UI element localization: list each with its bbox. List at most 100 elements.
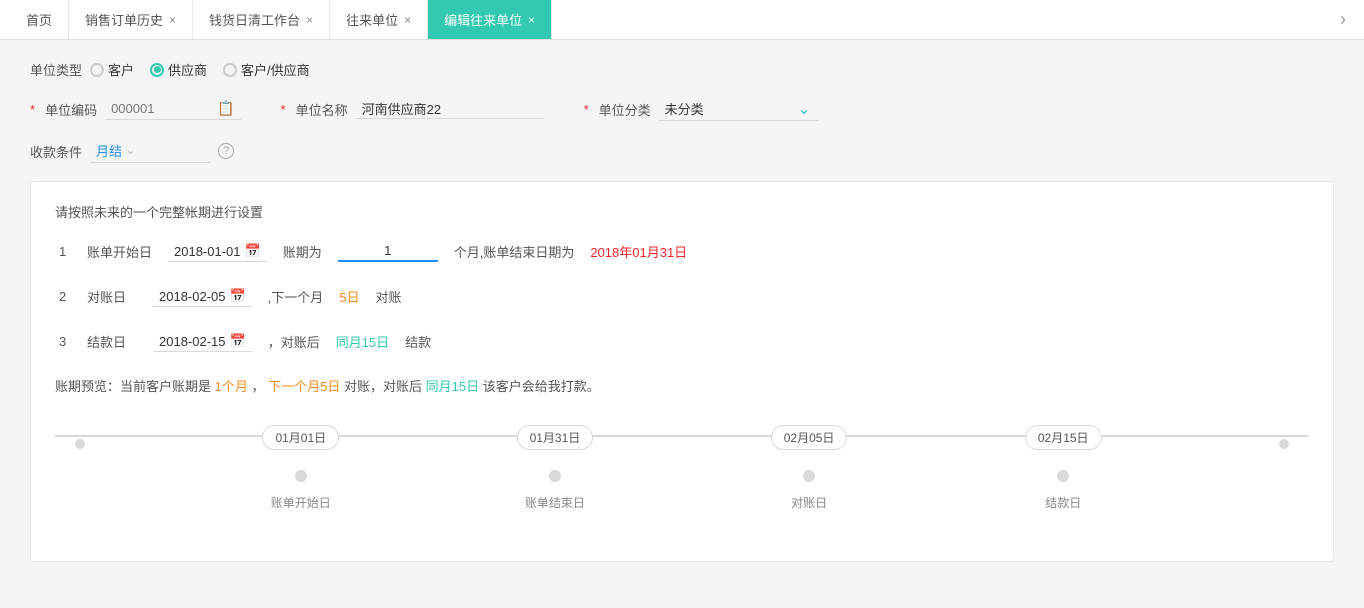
unit-code-required: *: [30, 102, 35, 117]
timeline-label-1: 账单开始日: [271, 494, 331, 511]
period-card: 请按照未来的一个完整帐期进行设置 1 账单开始日 2018-01-01 📅 账期…: [30, 181, 1334, 562]
tab-cash-workbench[interactable]: 钱货日清工作台 ×: [193, 0, 330, 39]
preview-label: 账期预览：当前客户账期是: [55, 379, 211, 394]
timeline-dot-3: [803, 470, 815, 482]
timeline-label-2: 账单结束日: [525, 494, 585, 511]
unit-type-group: 单位类型 客户 供应商 客户/供应商: [30, 60, 310, 79]
timeline-point-4: 02月15日 结款日: [1025, 425, 1102, 511]
period-hint-2b: 对账: [376, 287, 402, 306]
period-num-1: 1: [59, 244, 71, 259]
period-hint-2-highlight: 5日: [339, 287, 359, 306]
timeline-dot-4: [1057, 470, 1069, 482]
period-hint-1b: 个月,账单结束日期为: [454, 242, 575, 261]
tabs-more-button[interactable]: ›: [1332, 9, 1354, 30]
period-hint-3a: ，对账后: [268, 332, 320, 351]
period-row-1: 1 账单开始日 2018-01-01 📅 账期为 个月,账单结束日期为 2018…: [55, 241, 1309, 262]
timeline-point-1: 01月01日 账单开始日: [262, 425, 339, 511]
period-date-3[interactable]: 2018-02-15 📅: [153, 331, 252, 352]
timeline-point-3: 02月05日 对账日: [771, 425, 848, 511]
timeline-points: 01月01日 账单开始日 01月31日 账单结束日 02月05日 对账日 02月…: [75, 425, 1289, 511]
unit-code-input[interactable]: [111, 101, 211, 116]
radio-customer[interactable]: 客户: [90, 60, 134, 79]
unit-type-label: 单位类型: [30, 60, 82, 79]
radio-customer-supplier[interactable]: 客户/供应商: [223, 60, 310, 79]
tab-edit-counterpart-unit-label: 编辑往来单位: [444, 10, 522, 29]
tab-cash-workbench-close[interactable]: ×: [306, 13, 313, 27]
period-end-date-highlight: 2018年01月31日: [590, 242, 687, 261]
payment-terms-group: 收款条件 月结 ⌄ ?: [30, 139, 234, 163]
unit-type-row: 单位类型 客户 供应商 客户/供应商: [30, 60, 1334, 79]
unit-name-group: * 单位名称: [281, 99, 544, 119]
unit-category-value: 未分类: [665, 99, 704, 118]
tab-counterpart-units-close[interactable]: ×: [404, 13, 411, 27]
period-hint-3-highlight: 同月15日: [336, 332, 389, 351]
preview-part1: 1个月: [215, 379, 248, 394]
timeline-label-4: 结款日: [1045, 494, 1081, 511]
unit-category-select[interactable]: 未分类 ⌄: [659, 97, 819, 121]
period-date-1[interactable]: 2018-01-01 📅: [168, 241, 267, 262]
period-months-input[interactable]: [338, 241, 438, 262]
timeline-badge-4: 02月15日: [1025, 425, 1102, 450]
payment-terms-select[interactable]: 月结 ⌄: [90, 139, 210, 163]
timeline-badge-2: 01月31日: [517, 425, 594, 450]
timeline-badge-1: 01月01日: [262, 425, 339, 450]
period-date-1-value: 2018-01-01: [174, 244, 241, 259]
tab-sales-order-history-close[interactable]: ×: [169, 13, 176, 27]
tab-cash-workbench-label: 钱货日清工作台: [209, 10, 300, 29]
radio-customer-supplier-label: 客户/供应商: [241, 60, 310, 79]
preview-part3: 同月15日: [426, 379, 479, 394]
tab-counterpart-units[interactable]: 往来单位 ×: [330, 0, 428, 39]
preview-part2: 下一个月5日: [268, 379, 340, 394]
calendar-icon-2[interactable]: 📅: [230, 288, 246, 304]
timeline-start-dot: [75, 439, 85, 449]
period-row-3: 3 结款日 2018-02-15 📅 ，对账后 同月15日 结款: [55, 331, 1309, 352]
unit-details-row: * 单位编码 📋 * 单位名称 * 单位分类 未分类 ⌄: [30, 97, 1334, 121]
radio-customer-supplier-circle: [223, 63, 237, 77]
unit-name-input[interactable]: [356, 99, 544, 119]
radio-supplier-circle: [150, 63, 164, 77]
preview-text: 账期预览：当前客户账期是 1个月 ， 下一个月5日 对账，对账后 同月15日 该…: [55, 376, 1309, 395]
help-icon[interactable]: ?: [218, 143, 234, 159]
main-content: 单位类型 客户 供应商 客户/供应商 * 单位编码: [0, 40, 1364, 608]
tab-home-label: 首页: [26, 10, 52, 29]
radio-customer-circle: [90, 63, 104, 77]
radio-supplier[interactable]: 供应商: [150, 60, 207, 79]
unit-category-label: 单位分类: [599, 100, 651, 119]
period-date-3-value: 2018-02-15: [159, 334, 226, 349]
tab-edit-counterpart-unit-close[interactable]: ×: [528, 13, 535, 27]
unit-code-input-wrapper: 📋: [105, 98, 240, 120]
period-num-2: 2: [59, 289, 71, 304]
timeline-point-2: 01月31日 账单结束日: [517, 425, 594, 511]
timeline-dot-1: [295, 470, 307, 482]
payment-terms-value: 月结: [96, 141, 122, 160]
period-label-3: 结款日: [87, 332, 137, 351]
tab-sales-order-history-label: 销售订单历史: [85, 10, 163, 29]
payment-terms-label: 收款条件: [30, 142, 82, 161]
copy-icon[interactable]: 📋: [217, 100, 234, 117]
period-num-3: 3: [59, 334, 71, 349]
unit-name-label: 单位名称: [296, 100, 348, 119]
tab-home[interactable]: 首页: [10, 0, 69, 39]
period-label-2: 对账日: [87, 287, 137, 306]
period-date-2[interactable]: 2018-02-05 📅: [153, 286, 252, 307]
unit-name-required: *: [281, 102, 286, 117]
tab-edit-counterpart-unit[interactable]: 编辑往来单位 ×: [428, 0, 552, 39]
radio-group-unit-type: 客户 供应商 客户/供应商: [90, 60, 310, 79]
calendar-icon-1[interactable]: 📅: [245, 243, 261, 259]
period-card-title: 请按照未来的一个完整帐期进行设置: [55, 202, 1309, 221]
period-hint-1a: 账期为: [283, 242, 322, 261]
radio-supplier-label: 供应商: [168, 60, 207, 79]
timeline-dot-2: [549, 470, 561, 482]
radio-customer-label: 客户: [108, 60, 134, 79]
unit-category-required: *: [584, 102, 589, 117]
tab-sales-order-history[interactable]: 销售订单历史 ×: [69, 0, 193, 39]
preview-end: 该客户会给我打款。: [483, 379, 600, 394]
payment-terms-row: 收款条件 月结 ⌄ ?: [30, 139, 1334, 163]
timeline-badge-3: 02月05日: [771, 425, 848, 450]
calendar-icon-3[interactable]: 📅: [230, 333, 246, 349]
period-row-2: 2 对账日 2018-02-05 📅 ,下一个月 5日 对账: [55, 286, 1309, 307]
period-label-1: 账单开始日: [87, 242, 152, 261]
period-hint-2a: ,下一个月: [268, 287, 324, 306]
unit-code-label: 单位编码: [45, 100, 97, 119]
payment-terms-chevron: ⌄: [126, 144, 135, 157]
